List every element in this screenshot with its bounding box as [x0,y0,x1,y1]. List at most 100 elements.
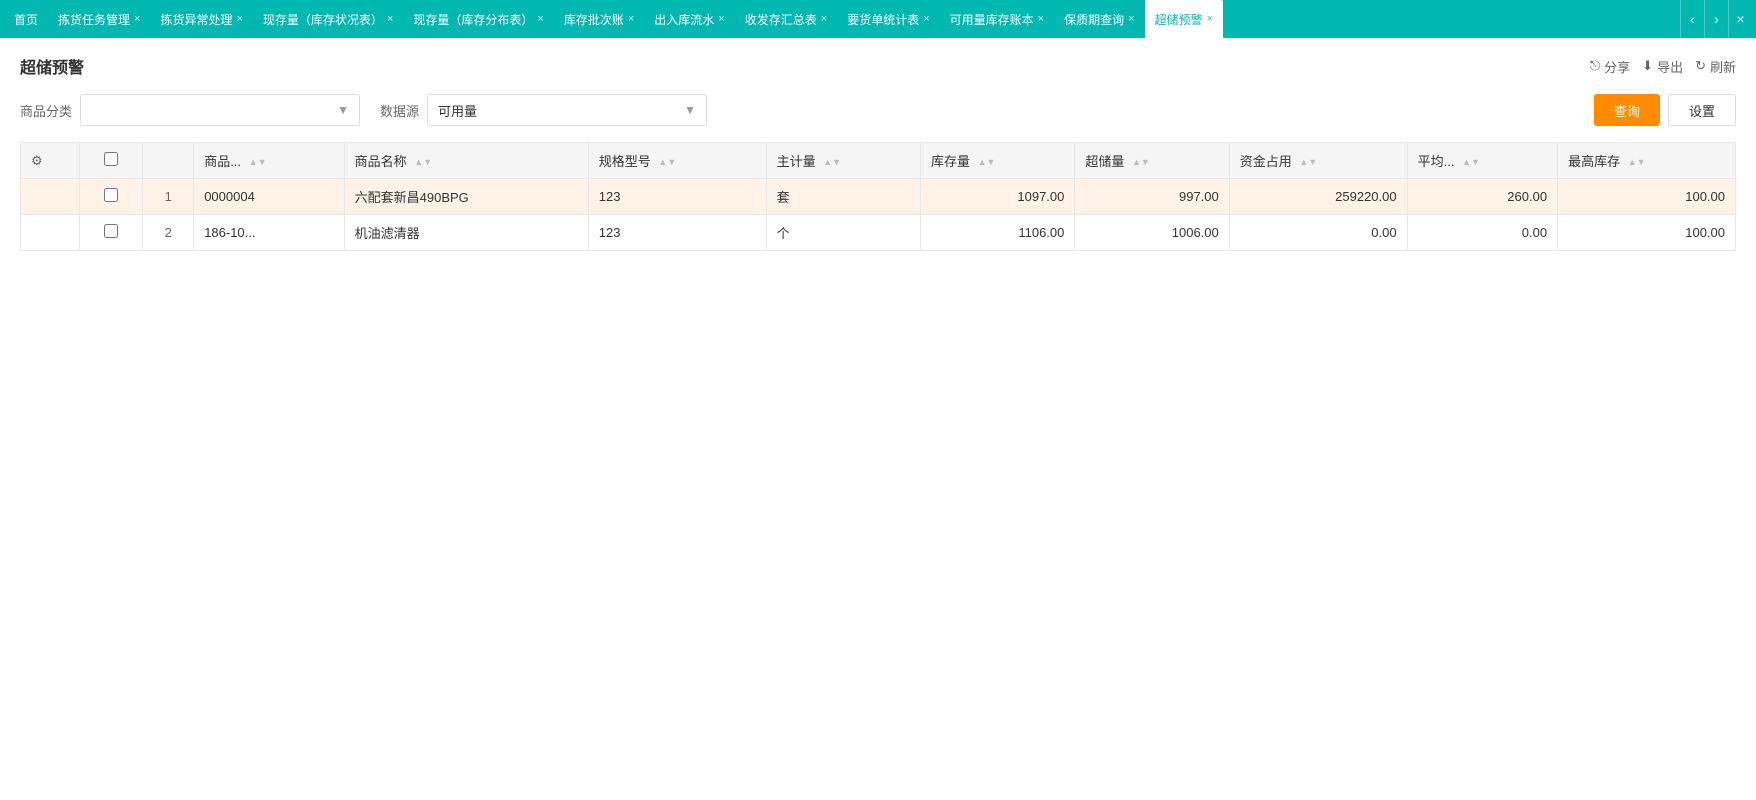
datasource-select-value: 可用量 [438,101,477,120]
table-header-row: ⚙ 商品... ▲▼ 商品名称 ▲▼ 规格型号 ▲▼ [21,143,1736,179]
row2-unit: 个 [766,215,920,251]
tab-available-account[interactable]: 可用量库存账本 × [940,0,1054,38]
close-tab-over-storage[interactable]: × [1207,13,1213,25]
sort-over-stock-icon[interactable]: ▲▼ [1132,158,1150,167]
sort-avg-icon[interactable]: ▲▼ [1462,158,1480,167]
row2-over-stock: 1006.00 [1075,215,1229,251]
tab-inventory-status[interactable]: 现存量（库存状况表） × [253,0,403,38]
close-tab-inout-flow[interactable]: × [718,13,724,25]
row1-over-stock: 997.00 [1075,179,1229,215]
row2-capital: 0.00 [1229,215,1407,251]
nav-arrow-left[interactable]: ‹ [1680,0,1704,38]
page-actions: ⎋ 分享 ⬇ 导出 ↻ 刷新 [1590,57,1736,76]
tab-over-storage[interactable]: 超储预警 × [1145,0,1223,38]
close-tab-order-stats[interactable]: × [923,13,929,25]
refresh-button[interactable]: ↻ 刷新 [1695,57,1736,76]
row2-stock: 1106.00 [921,215,1075,251]
tab-task-mgmt[interactable]: 拣货任务管理 × [48,0,150,38]
row2-max-stock: 100.00 [1558,215,1736,251]
row2-checkbox[interactable] [104,224,118,238]
sort-unit-icon[interactable]: ▲▼ [823,158,841,167]
datasource-label: 数据源 [380,101,419,120]
close-tab-quality-check[interactable]: × [1128,13,1134,25]
row1-unit: 套 [766,179,920,215]
tab-receive-send[interactable]: 收发存汇总表 × [735,0,837,38]
share-button[interactable]: ⎋ 分享 [1590,57,1630,76]
col-avg-header: 平均... ▲▼ [1407,143,1557,179]
nav-arrows: ‹ › × [1680,0,1752,38]
row2-avg: 0.00 [1407,215,1557,251]
filter-row: 商品分类 ▼ 数据源 可用量 ▼ 查询 设置 [20,94,1736,126]
close-tab-batch-account[interactable]: × [628,13,634,25]
sort-spec-icon[interactable]: ▲▼ [658,158,676,167]
filter-actions: 查询 设置 [1594,94,1736,126]
page-title: 超储预警 [20,54,84,78]
close-tab-task-mgmt[interactable]: × [134,13,140,25]
setting-button[interactable]: 设置 [1668,94,1736,126]
select-all-checkbox[interactable] [104,152,118,166]
close-tab-available-account[interactable]: × [1038,13,1044,25]
tab-quality-check[interactable]: 保质期查询 × [1054,0,1144,38]
close-tab-inventory-dist[interactable]: × [537,13,543,25]
sort-product-code-icon[interactable]: ▲▼ [249,158,267,167]
col-product-code-header: 商品... ▲▼ [194,143,344,179]
close-tab-inventory-status[interactable]: × [387,13,393,25]
row1-checkbox[interactable] [104,188,118,202]
close-tab-abnormal[interactable]: × [236,13,242,25]
category-label: 商品分类 [20,101,72,120]
tab-inventory-dist[interactable]: 现存量（库存分布表） × [403,0,553,38]
row1-checkbox-cell [79,179,142,215]
tab-order-stats[interactable]: 要货单统计表 × [837,0,939,38]
page-content: 超储预警 ⎋ 分享 ⬇ 导出 ↻ 刷新 商品分类 ▼ 数据源 [0,38,1756,800]
tab-abnormal[interactable]: 拣货异常处理 × [150,0,252,38]
row1-product-name: 六配套新昌490BPG [344,179,588,215]
export-icon: ⬇ [1642,58,1653,74]
col-row-num-header [143,143,194,179]
share-icon: ⎋ [1590,58,1600,74]
table-row: 2 186-10... 机油滤清器 123 个 1106.00 1006.00 … [21,215,1736,251]
col-spec-header: 规格型号 ▲▼ [588,143,766,179]
gear-icon[interactable]: ⚙ [31,153,43,168]
row2-product-name: 机油滤清器 [344,215,588,251]
sort-max-stock-icon[interactable]: ▲▼ [1628,158,1646,167]
refresh-icon: ↻ [1695,58,1706,74]
page-header: 超储预警 ⎋ 分享 ⬇ 导出 ↻ 刷新 [20,54,1736,78]
row1-num: 1 [143,179,194,215]
row1-stock: 1097.00 [921,179,1075,215]
category-select[interactable]: ▼ [80,94,360,126]
col-checkbox-header [79,143,142,179]
col-max-stock-header: 最高库存 ▲▼ [1558,143,1736,179]
row2-num: 2 [143,215,194,251]
export-button[interactable]: ⬇ 导出 [1642,57,1683,76]
close-tab-receive-send[interactable]: × [821,13,827,25]
col-product-name-header: 商品名称 ▲▼ [344,143,588,179]
row1-avg: 260.00 [1407,179,1557,215]
nav-arrow-right[interactable]: › [1704,0,1728,38]
col-over-stock-header: 超储量 ▲▼ [1075,143,1229,179]
row1-product-code: 0000004 [194,179,344,215]
col-gear: ⚙ [21,143,80,179]
col-stock-header: 库存量 ▲▼ [921,143,1075,179]
category-chevron-icon: ▼ [337,103,349,117]
row2-spec: 123 [588,215,766,251]
row2-gear-cell [21,215,80,251]
sort-stock-icon[interactable]: ▲▼ [978,158,996,167]
datasource-select[interactable]: 可用量 ▼ [427,94,707,126]
row1-max-stock: 100.00 [1558,179,1736,215]
row1-gear-cell [21,179,80,215]
table-row: 1 0000004 六配套新昌490BPG 123 套 1097.00 997.… [21,179,1736,215]
top-navigation: 首页 拣货任务管理 × 拣货异常处理 × 现存量（库存状况表） × 现存量（库存… [0,0,1756,38]
category-filter: 商品分类 ▼ [20,94,360,126]
tab-batch-account[interactable]: 库存批次账 × [554,0,644,38]
nav-arrow-close[interactable]: × [1728,0,1752,38]
query-button[interactable]: 查询 [1594,94,1660,126]
tab-home[interactable]: 首页 [4,0,48,38]
datasource-chevron-icon: ▼ [684,103,696,117]
sort-capital-icon[interactable]: ▲▼ [1299,158,1317,167]
col-unit-header: 主计量 ▲▼ [766,143,920,179]
row2-checkbox-cell [79,215,142,251]
sort-product-name-icon[interactable]: ▲▼ [414,158,432,167]
tab-inout-flow[interactable]: 出入库流水 × [644,0,734,38]
row2-product-code: 186-10... [194,215,344,251]
data-table: ⚙ 商品... ▲▼ 商品名称 ▲▼ 规格型号 ▲▼ [20,142,1736,251]
